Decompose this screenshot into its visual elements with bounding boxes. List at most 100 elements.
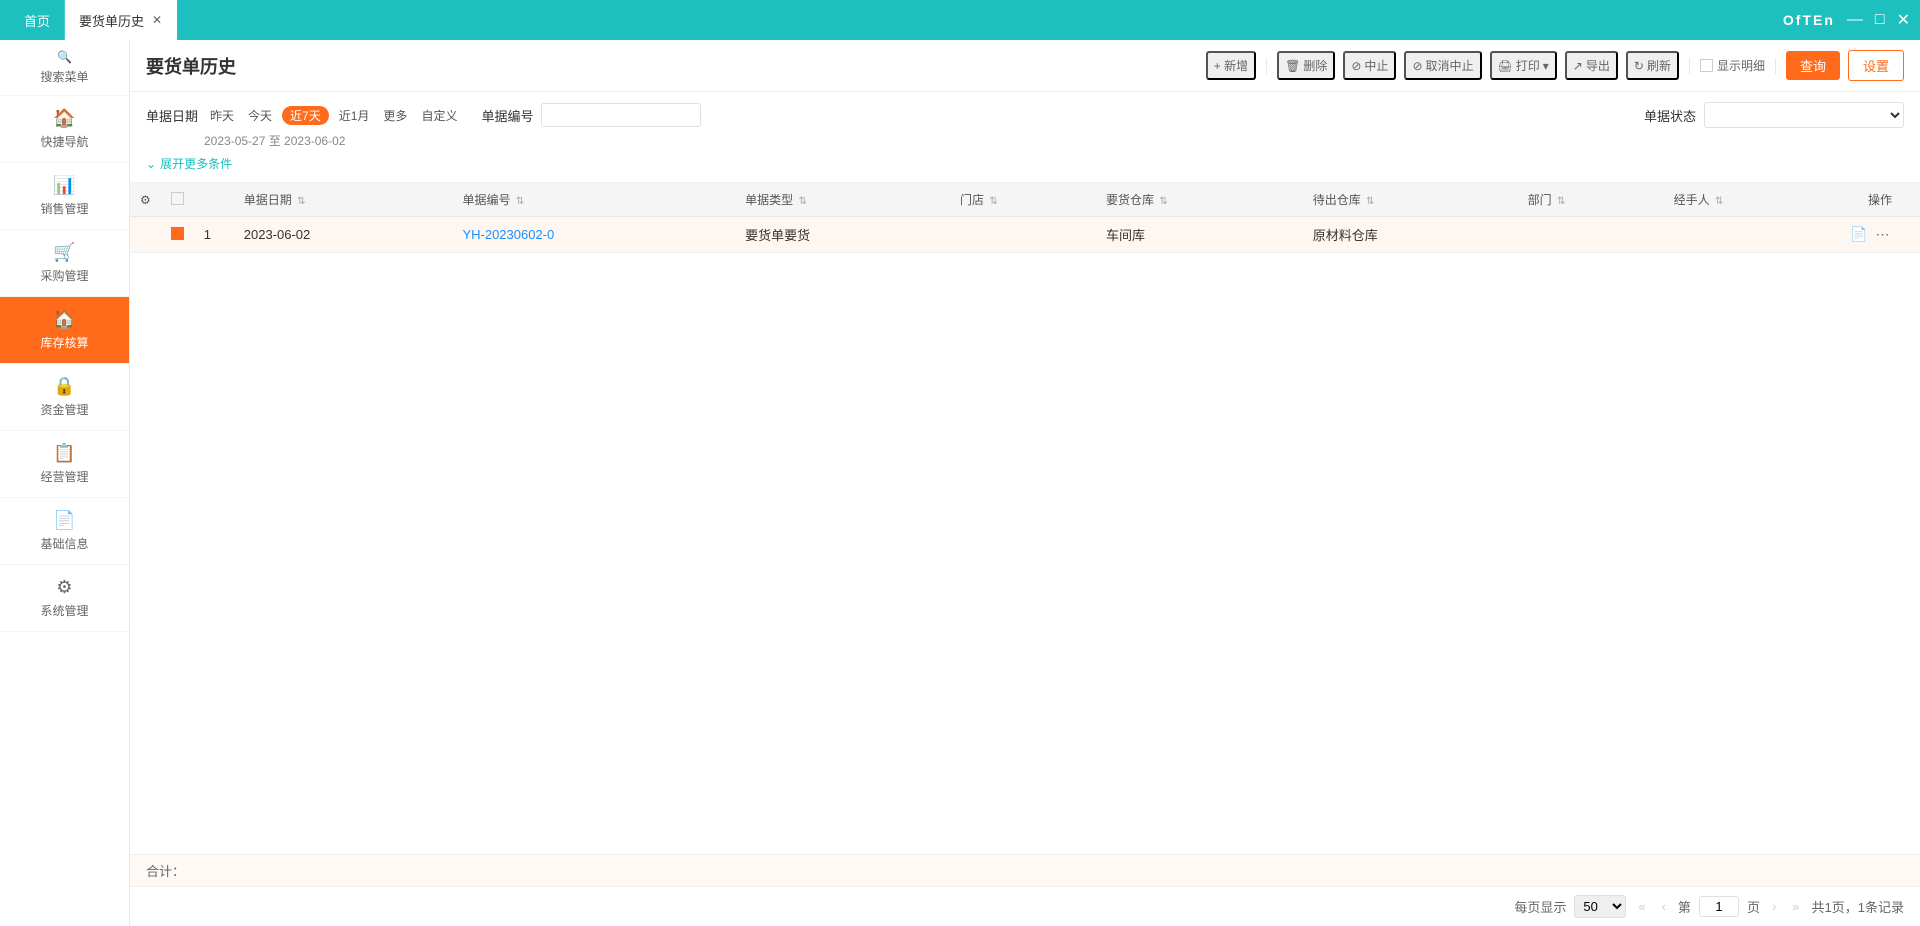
- top-bar: 首页 要货单历史 ✕ OfTEn — □ ✕: [0, 0, 1920, 40]
- main-layout: 🔍 搜索菜单 🏠 快捷导航 📊 销售管理 🛒 采购管理 🏠 库存核算 🔒 资金管…: [0, 40, 1920, 926]
- cancel-stop-icon: ⊘: [1412, 59, 1422, 73]
- sort-icon[interactable]: ⇅: [1366, 196, 1374, 207]
- cell-pending-warehouse: 原材料仓库: [1303, 217, 1518, 253]
- sidebar-item-operations[interactable]: 📋 经营管理: [0, 431, 129, 498]
- stop-label: 中止: [1364, 57, 1388, 74]
- doc-number-link[interactable]: YH-20230602-0: [462, 227, 554, 242]
- sidebar-item-sales[interactable]: 📊 销售管理: [0, 163, 129, 230]
- table-row: 1 2023-06-02 YH-20230602-0 要货单要货 车间库 原材料…: [130, 217, 1920, 253]
- row-checkbox[interactable]: [171, 227, 184, 240]
- minimize-icon[interactable]: —: [1847, 11, 1863, 29]
- cell-doc-date: 2023-06-02: [234, 217, 453, 253]
- basic-icon: 📄: [53, 510, 75, 531]
- sidebar-item-label: 系统管理: [40, 602, 88, 619]
- date-tab-7days[interactable]: 近7天: [282, 106, 329, 125]
- more-action-icon[interactable]: ⋯: [1875, 226, 1889, 243]
- delete-icon: 🗑: [1285, 59, 1300, 73]
- sidebar-item-label: 经营管理: [40, 468, 88, 485]
- sort-icon[interactable]: ⇅: [989, 196, 997, 207]
- date-tab-month[interactable]: 近1月: [335, 106, 374, 125]
- sort-icon[interactable]: ⇅: [516, 196, 524, 207]
- tab-active[interactable]: 要货单历史 ✕: [65, 0, 177, 40]
- maximize-icon[interactable]: □: [1875, 11, 1885, 29]
- last-page-button[interactable]: »: [1788, 897, 1803, 916]
- refresh-button[interactable]: ↻ 刷新: [1626, 51, 1679, 80]
- display-detail-toggle[interactable]: 显示明细: [1700, 57, 1765, 74]
- chevron-down-icon: ⌄: [146, 157, 156, 171]
- sort-icon[interactable]: ⇅: [1159, 196, 1167, 207]
- per-page-select[interactable]: 50 10 20 100: [1574, 895, 1626, 918]
- settings-button[interactable]: 设置: [1848, 50, 1904, 81]
- date-label: 单据日期: [146, 106, 198, 125]
- sidebar-item-inventory[interactable]: 🏠 库存核算: [0, 297, 129, 364]
- cancel-stop-button[interactable]: ⊘ 取消中止: [1404, 51, 1481, 80]
- inventory-icon: 🏠: [53, 309, 75, 330]
- sidebar-item-label: 资金管理: [40, 401, 88, 418]
- sidebar-item-system[interactable]: ⚙ 系统管理: [0, 565, 129, 632]
- new-button[interactable]: + 新增: [1206, 51, 1256, 80]
- brand-text: OfTEn: [1783, 12, 1835, 28]
- cell-handler: [1664, 217, 1840, 253]
- cell-department: [1518, 217, 1664, 253]
- refresh-icon: ↻: [1634, 59, 1644, 73]
- expand-filter-button[interactable]: ⌄ 展开更多条件: [146, 155, 1904, 172]
- cell-settings: [130, 217, 161, 253]
- date-range-text: 2023-05-27 至 2023-06-02: [204, 132, 345, 149]
- page-suffix: 页: [1747, 897, 1760, 916]
- chart-icon: 📊: [53, 175, 75, 196]
- col-department: 部门 ⇅: [1518, 183, 1664, 217]
- cell-doc-number[interactable]: YH-20230602-0: [452, 217, 735, 253]
- view-action-icon[interactable]: 📄: [1850, 226, 1867, 243]
- sidebar-item-finance[interactable]: 🔒 资金管理: [0, 364, 129, 431]
- print-icon: 🖨: [1498, 59, 1513, 73]
- date-tab-custom[interactable]: 自定义: [417, 106, 461, 125]
- page-title: 要货单历史: [146, 53, 1206, 79]
- column-settings-icon[interactable]: ⚙: [140, 193, 151, 207]
- page-number-input[interactable]: [1699, 896, 1739, 917]
- display-detail-label: 显示明细: [1717, 57, 1765, 74]
- filter-bar: 单据日期 昨天 今天 近7天 近1月 更多 自定义 单据编号 单据状态: [130, 92, 1920, 183]
- sort-icon[interactable]: ⇅: [1715, 196, 1723, 207]
- sidebar-item-basic[interactable]: 📄 基础信息: [0, 498, 129, 565]
- sort-icon[interactable]: ⇅: [1557, 196, 1565, 207]
- sort-icon[interactable]: ⇅: [798, 196, 806, 207]
- export-button[interactable]: ↗ 导出: [1565, 51, 1618, 80]
- filter-row-date-range: 2023-05-27 至 2023-06-02: [146, 132, 1904, 149]
- sidebar-item-label: 采购管理: [40, 267, 88, 284]
- display-detail-checkbox[interactable]: [1700, 59, 1713, 72]
- delete-button[interactable]: 🗑 删除: [1277, 51, 1335, 80]
- divider2: [1689, 58, 1690, 74]
- tab-close-icon[interactable]: ✕: [152, 13, 162, 27]
- cart-icon: 🛒: [53, 242, 75, 263]
- filter-row-1: 单据日期 昨天 今天 近7天 近1月 更多 自定义 单据编号 单据状态: [146, 102, 1904, 128]
- sort-icon[interactable]: ⇅: [297, 196, 305, 207]
- row-actions: 📄 ⋯: [1850, 226, 1910, 243]
- col-store: 门店 ⇅: [950, 183, 1096, 217]
- sidebar-item-quick-nav[interactable]: 🏠 快捷导航: [0, 96, 129, 163]
- header-actions: + 新增 🗑 删除 ⊘ 中止 ⊘ 取消中止 🖨 打印 ▾: [1206, 50, 1904, 81]
- first-page-button[interactable]: «: [1634, 897, 1649, 916]
- date-tab-today[interactable]: 今天: [244, 106, 276, 125]
- page-label: 第: [1678, 897, 1691, 916]
- sidebar-search[interactable]: 🔍 搜索菜单: [0, 40, 129, 96]
- next-page-button[interactable]: ›: [1768, 897, 1780, 916]
- sidebar-item-purchase[interactable]: 🛒 采购管理: [0, 230, 129, 297]
- cell-checkbox: [161, 217, 194, 253]
- query-button[interactable]: 查询: [1786, 51, 1840, 80]
- cell-doc-type: 要货单要货: [735, 217, 950, 253]
- print-button[interactable]: 🖨 打印 ▾: [1490, 51, 1557, 80]
- tab-label: 要货单历史: [79, 11, 144, 30]
- prev-page-button[interactable]: ‹: [1658, 897, 1670, 916]
- stop-button[interactable]: ⊘ 中止: [1343, 51, 1396, 80]
- divider3: [1775, 58, 1776, 74]
- doc-number-input[interactable]: [541, 103, 701, 127]
- date-tab-yesterday[interactable]: 昨天: [206, 106, 238, 125]
- window-close-icon[interactable]: ✕: [1897, 10, 1910, 30]
- print-dropdown-icon: ▾: [1543, 59, 1549, 73]
- doc-status-select[interactable]: [1704, 102, 1904, 128]
- select-all-checkbox[interactable]: [171, 192, 184, 205]
- summary-label: 合计：: [146, 864, 185, 879]
- cancel-stop-label: 取消中止: [1426, 57, 1474, 74]
- date-tab-more[interactable]: 更多: [379, 106, 411, 125]
- tab-home[interactable]: 首页: [10, 0, 65, 40]
